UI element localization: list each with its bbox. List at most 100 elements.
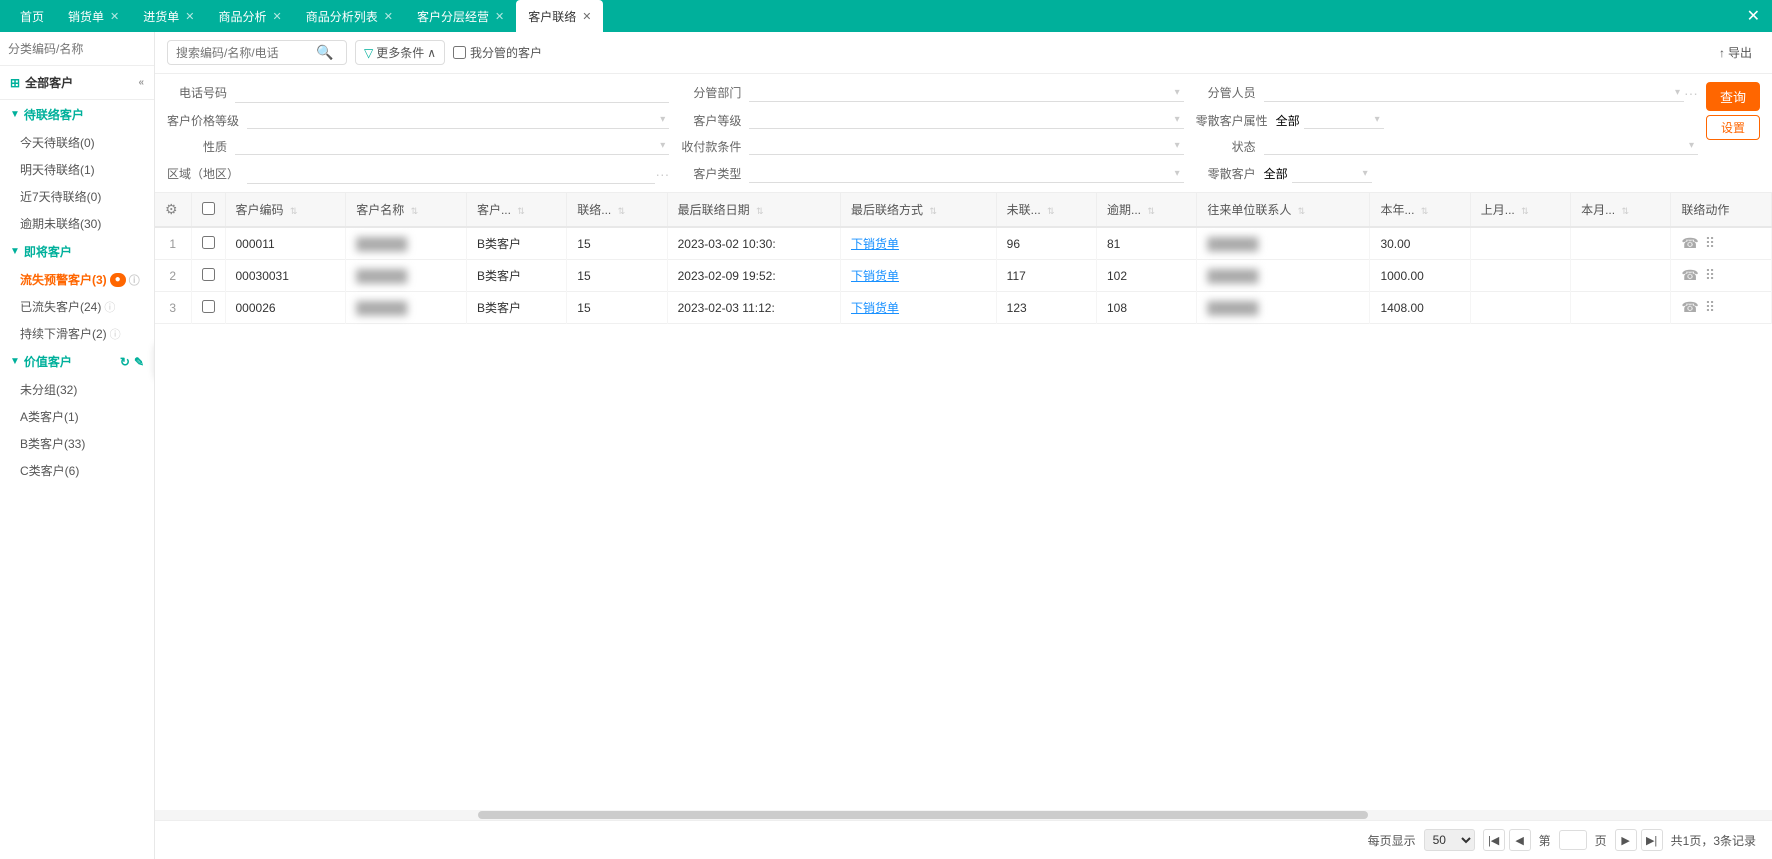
filter-region-dots[interactable]: ··· xyxy=(655,166,669,182)
row-more-action-1[interactable]: ⠿ xyxy=(1705,267,1715,284)
select-all-checkbox[interactable] xyxy=(202,202,215,215)
tab-analysis-list-close[interactable]: ✕ xyxy=(384,10,393,23)
toolbar-search-button[interactable]: 🔍 xyxy=(316,44,333,61)
filter-phone-input[interactable] xyxy=(235,82,669,103)
last-way-sort-icon[interactable]: ⇅ xyxy=(929,206,937,216)
no-contact-sort-icon[interactable]: ⇅ xyxy=(1047,206,1055,216)
row-contact-action-0[interactable]: ☎ xyxy=(1681,235,1698,252)
sidebar-group-value[interactable]: ▼ 价值客户 ↻ ✎ xyxy=(0,347,154,376)
col-type[interactable]: 客户... ⇅ xyxy=(466,193,566,227)
row-more-action-0[interactable]: ⠿ xyxy=(1705,235,1715,252)
row-select-2[interactable] xyxy=(202,300,215,313)
sidebar-item-overdue-pending[interactable]: 逾期未联络(30) xyxy=(0,210,154,237)
sidebar-item-b-class[interactable]: B类客户(33) xyxy=(0,430,154,457)
export-button[interactable]: ↑ 导出 xyxy=(1711,41,1760,64)
horizontal-scrollbar[interactable] xyxy=(155,810,1772,820)
toolbar-filter-button[interactable]: ▽ 更多条件 ∧ xyxy=(355,40,445,65)
page-size-select[interactable]: 50 100 200 xyxy=(1424,829,1475,851)
col-unit-contact[interactable]: 往来单位联系人 ⇅ xyxy=(1197,193,1370,227)
filter-region-input[interactable] xyxy=(247,163,655,184)
settings-button[interactable]: 设置 xyxy=(1706,115,1760,140)
filter-staff-dots[interactable]: ··· xyxy=(1684,85,1698,101)
row-contact-action-1[interactable]: ☎ xyxy=(1681,267,1698,284)
row-checkbox-1[interactable] xyxy=(191,260,225,292)
sidebar-all-customers[interactable]: ⊞ 全部客户 « xyxy=(0,66,154,100)
unit-contact-sort-icon[interactable]: ⇅ xyxy=(1298,206,1306,216)
value-edit-icon[interactable]: ✎ xyxy=(134,355,144,369)
filter-nature-select[interactable]: ▾ xyxy=(235,137,669,155)
query-button[interactable]: 查询 xyxy=(1706,82,1760,111)
tab-purchase[interactable]: 进货单 ✕ xyxy=(131,0,206,32)
sidebar-group-lost[interactable]: ▼ 即将客户 xyxy=(0,237,154,266)
scrollbar-thumb[interactable] xyxy=(478,811,1367,819)
col-overdue[interactable]: 逾期... ⇅ xyxy=(1096,193,1196,227)
this-year-sort-icon[interactable]: ⇅ xyxy=(1421,206,1429,216)
col-last-date[interactable]: 最后联络日期 ⇅ xyxy=(667,193,840,227)
sidebar-group-pending[interactable]: ▼ 待联络客户 xyxy=(0,100,154,129)
col-code[interactable]: 客户编码 ⇅ xyxy=(225,193,346,227)
tab-purchase-close[interactable]: ✕ xyxy=(185,10,194,23)
filter-payment-select[interactable]: ▾ xyxy=(749,137,1183,155)
filter-staff-select[interactable]: ▾ xyxy=(1264,84,1684,102)
sidebar-item-tomorrow-pending[interactable]: 明天待联络(1) xyxy=(0,156,154,183)
sidebar-item-churned[interactable]: 已流失客户(24) ⓘ xyxy=(0,293,154,320)
row-last-way-2[interactable]: 下销货单 xyxy=(841,292,997,324)
row-select-1[interactable] xyxy=(202,268,215,281)
window-close-button[interactable]: ✕ xyxy=(1735,6,1772,26)
col-this-year[interactable]: 本年... ⇅ xyxy=(1370,193,1470,227)
row-select-0[interactable] xyxy=(202,236,215,249)
sidebar-item-week-pending[interactable]: 近7天待联络(0) xyxy=(0,183,154,210)
sidebar-search-input[interactable] xyxy=(8,42,155,56)
filter-retail-customer-select[interactable]: ▾ xyxy=(1292,165,1372,183)
declining-info-icon[interactable]: ⓘ xyxy=(110,326,121,342)
value-refresh-icon[interactable]: ↻ xyxy=(120,355,130,369)
tab-home[interactable]: 首页 xyxy=(8,0,56,32)
tab-customer-link-close[interactable]: ✕ xyxy=(582,10,591,23)
last-date-sort-icon[interactable]: ⇅ xyxy=(756,206,764,216)
my-customers-checkbox[interactable] xyxy=(453,46,466,59)
filter-customer-type-select[interactable]: ▾ xyxy=(749,165,1183,183)
filter-customer-level-select[interactable]: ▾ xyxy=(749,111,1183,129)
churned-info-icon[interactable]: ⓘ xyxy=(104,299,115,315)
row-contact-action-2[interactable]: ☎ xyxy=(1681,299,1698,316)
my-customers-checkbox-container[interactable]: 我分管的客户 xyxy=(453,44,542,61)
tab-sales-close[interactable]: ✕ xyxy=(110,10,119,23)
code-sort-icon[interactable]: ⇅ xyxy=(290,206,298,216)
row-last-way-1[interactable]: 下销货单 xyxy=(841,260,997,292)
col-last-way[interactable]: 最后联络方式 ⇅ xyxy=(841,193,997,227)
row-more-action-2[interactable]: ⠿ xyxy=(1705,299,1715,316)
col-no-contact[interactable]: 未联... ⇅ xyxy=(996,193,1096,227)
last-page-button[interactable]: ▶| xyxy=(1641,829,1663,851)
sidebar-item-c-class[interactable]: C类客户(6) xyxy=(0,457,154,484)
overdue-sort-icon[interactable]: ⇅ xyxy=(1147,206,1155,216)
sidebar-item-declining[interactable]: 持续下滑客户(2) ⓘ xyxy=(0,320,154,347)
tab-customer-seg[interactable]: 客户分层经营 ✕ xyxy=(405,0,516,32)
first-page-button[interactable]: |◀ xyxy=(1483,829,1505,851)
filter-retail-attr-select[interactable]: ▾ xyxy=(1304,111,1384,129)
tab-analysis-close[interactable]: ✕ xyxy=(273,10,282,23)
tab-analysis[interactable]: 商品分析 ✕ xyxy=(206,0,293,32)
table-gear-icon[interactable]: ⚙ xyxy=(165,201,178,217)
next-page-button[interactable]: ▶ xyxy=(1615,829,1637,851)
sidebar-item-ungrouped[interactable]: 未分组(32) xyxy=(0,376,154,403)
col-contact[interactable]: 联络... ⇅ xyxy=(567,193,667,227)
toolbar-search-input[interactable] xyxy=(176,46,316,60)
tab-customer-seg-close[interactable]: ✕ xyxy=(495,10,504,23)
col-name[interactable]: 客户名称 ⇅ xyxy=(346,193,467,227)
churn-warning-info-icon[interactable]: ⓘ xyxy=(129,272,140,288)
name-sort-icon[interactable]: ⇅ xyxy=(411,206,419,216)
contact-sort-icon[interactable]: ⇅ xyxy=(618,206,626,216)
filter-price-level-select[interactable]: ▾ xyxy=(247,111,669,129)
filter-status-select[interactable]: ▾ xyxy=(1264,137,1698,155)
sidebar-item-a-class[interactable]: A类客户(1) xyxy=(0,403,154,430)
tab-analysis-list[interactable]: 商品分析列表 ✕ xyxy=(294,0,405,32)
row-last-way-0[interactable]: 下销货单 xyxy=(841,227,997,260)
tab-customer-link[interactable]: 客户联络 ✕ xyxy=(516,0,603,32)
sidebar-item-today-pending[interactable]: 今天待联络(0) xyxy=(0,129,154,156)
filter-dept-select[interactable]: ▾ xyxy=(749,84,1183,102)
tab-sales[interactable]: 销货单 ✕ xyxy=(56,0,131,32)
this-month-sort-icon[interactable]: ⇅ xyxy=(1621,206,1629,216)
prev-page-button[interactable]: ◀ xyxy=(1509,829,1531,851)
page-input[interactable]: 1 xyxy=(1559,830,1587,850)
col-this-month[interactable]: 本月... ⇅ xyxy=(1571,193,1671,227)
